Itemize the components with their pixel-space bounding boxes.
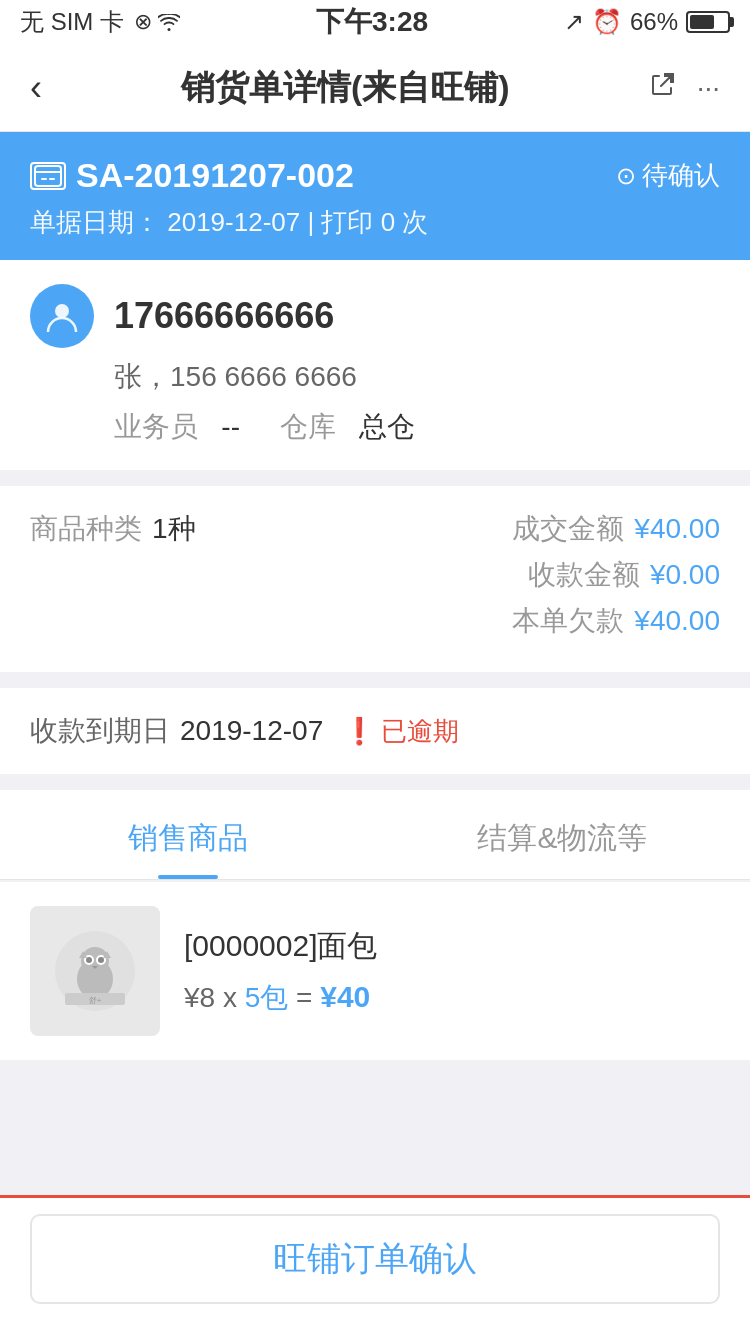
wifi-icon: ⊗ — [134, 9, 180, 35]
sales-rep-label: 业务员 — [114, 411, 198, 442]
price-total: ¥40 — [320, 980, 370, 1013]
status-right: ↗ ⏰ 66% — [564, 8, 730, 36]
svg-rect-0 — [35, 166, 61, 186]
bottom-button-wrap: 旺铺订单确认 — [0, 1195, 750, 1334]
tabs: 销售商品 结算&物流等 — [0, 790, 750, 880]
nav-actions: ··· — [649, 70, 720, 105]
due-section: 收款到期日 2019-12-07 ❗ 已逾期 — [0, 688, 750, 774]
product-name: [0000002]面包 — [184, 926, 720, 967]
product-row: 舒+ [0000002]面包 ¥8 x 5包 = ¥40 — [30, 906, 720, 1036]
multiply-sign: x — [223, 982, 245, 1013]
battery-icon — [686, 11, 730, 33]
warehouse-label: 仓库 — [280, 411, 336, 442]
customer-name: 张，156 6666 6666 — [30, 358, 720, 396]
owed-value: ¥40.00 — [634, 605, 720, 637]
product-price: ¥8 x 5包 = ¥40 — [184, 979, 720, 1017]
clock-icon: ⊙ — [616, 162, 636, 190]
overdue-badge: ❗ 已逾期 — [343, 714, 459, 749]
customer-phone: 17666666666 — [114, 295, 334, 337]
header-card: SA-20191207-002 ⊙ 待确认 单据日期： 2019-12-07 |… — [0, 132, 750, 260]
received-label: 收款金额 — [528, 556, 640, 594]
customer-section: 17666666666 张，156 6666 6666 业务员 -- 仓库 总仓 — [0, 260, 750, 470]
status-time: 下午3:28 — [316, 3, 428, 41]
location-icon: ↗ — [564, 8, 584, 36]
order-date-info: 单据日期： 2019-12-07 | 打印 0 次 — [30, 205, 720, 240]
due-date-value: 2019-12-07 — [180, 715, 323, 747]
sales-rep-value: -- — [221, 411, 240, 442]
amount-label: 成交金额 — [512, 510, 624, 548]
product-section: 舒+ [0000002]面包 ¥8 x 5包 = ¥40 — [0, 882, 750, 1060]
info-section: 商品种类 1种 成交金额 ¥40.00 收款金额 ¥0.00 本单欠款 ¥40.… — [0, 486, 750, 672]
warehouse-value: 总仓 — [359, 411, 415, 442]
tab-sales-products[interactable]: 销售商品 — [0, 790, 375, 879]
product-types-value: 1种 — [152, 510, 196, 548]
price-qty: 5包 — [245, 982, 289, 1013]
customer-meta: 业务员 -- 仓库 总仓 — [30, 408, 720, 446]
share-icon[interactable] — [649, 70, 677, 105]
owed-label: 本单欠款 — [512, 602, 624, 640]
order-status: ⊙ 待确认 — [616, 158, 720, 193]
order-number: SA-20191207-002 — [30, 156, 354, 195]
alarm-icon: ⏰ — [592, 8, 622, 36]
equals-sign: = — [296, 982, 320, 1013]
overdue-text: 已逾期 — [381, 714, 459, 749]
confirm-button[interactable]: 旺铺订单确认 — [30, 1214, 720, 1304]
back-button[interactable]: ‹ — [30, 67, 42, 109]
svg-text:舒+: 舒+ — [89, 996, 102, 1005]
more-icon[interactable]: ··· — [697, 72, 720, 104]
amount-value: ¥40.00 — [634, 513, 720, 545]
order-icon — [30, 162, 66, 190]
nav-bar: ‹ 销货单详情(来自旺铺) ··· — [0, 44, 750, 132]
product-types-label: 商品种类 — [30, 510, 142, 548]
warning-icon: ❗ — [343, 716, 375, 747]
avatar — [30, 284, 94, 348]
product-thumbnail: 舒+ — [30, 906, 160, 1036]
carrier-text: 无 SIM 卡 — [20, 6, 124, 38]
battery-percent: 66% — [630, 8, 678, 36]
product-info: [0000002]面包 ¥8 x 5包 = ¥40 — [184, 926, 720, 1017]
price-unit: ¥8 — [184, 982, 215, 1013]
due-date-label: 收款到期日 — [30, 712, 170, 750]
tab-settlement[interactable]: 结算&物流等 — [375, 790, 750, 879]
svg-point-1 — [55, 304, 69, 318]
status-carrier: 无 SIM 卡 ⊗ — [20, 6, 180, 38]
status-bar: 无 SIM 卡 ⊗ 下午3:28 ↗ ⏰ 66% — [0, 0, 750, 44]
received-value: ¥0.00 — [650, 559, 720, 591]
page-title: 销货单详情(来自旺铺) — [181, 65, 510, 111]
